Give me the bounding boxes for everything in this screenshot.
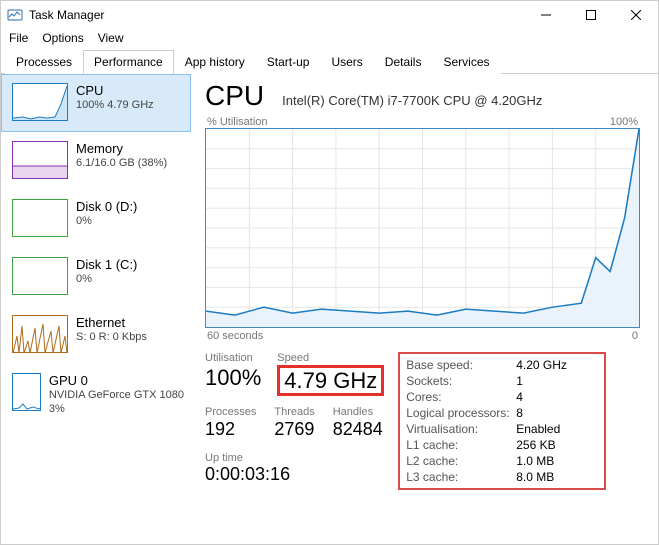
menu-file[interactable]: File <box>9 31 28 45</box>
ethernet-thumb <box>12 315 68 353</box>
spec-key: Base speed: <box>406 358 516 372</box>
content: CPU 100% 4.79 GHz Memory 6.1/16.0 GB (38… <box>1 74 658 541</box>
sidebar-item-label: Ethernet <box>76 315 147 331</box>
title-bar: Task Manager <box>1 1 658 29</box>
app-icon <box>7 7 23 23</box>
sidebar-item-label: Disk 1 (C:) <box>76 257 137 273</box>
speed-value: 4.79 GHz <box>284 368 377 393</box>
spec-key: Cores: <box>406 390 516 404</box>
tab-processes[interactable]: Processes <box>5 50 83 74</box>
spec-value: 256 KB <box>516 438 586 452</box>
spec-value: 1 <box>516 374 586 388</box>
tab-details[interactable]: Details <box>374 50 433 74</box>
sidebar-item-gpu0[interactable]: GPU 0 NVIDIA GeForce GTX 1080 3% <box>1 364 191 428</box>
sidebar-item-cpu[interactable]: CPU 100% 4.79 GHz <box>1 74 191 132</box>
tab-users[interactable]: Users <box>320 50 373 74</box>
maximize-button[interactable] <box>568 1 613 29</box>
util-value: 100% <box>205 365 261 390</box>
sidebar-item-sub2: 3% <box>49 403 184 417</box>
page-title: CPU <box>205 80 264 112</box>
processes-label: Processes <box>205 406 256 418</box>
handles-value: 82484 <box>333 419 383 440</box>
memory-thumb <box>12 141 68 179</box>
spec-key: L2 cache: <box>406 454 516 468</box>
tab-performance[interactable]: Performance <box>83 50 174 74</box>
menu-options[interactable]: Options <box>42 31 83 45</box>
disk-thumb <box>12 199 68 237</box>
main-panel: CPU Intel(R) Core(TM) i7-7700K CPU @ 4.2… <box>191 74 658 541</box>
spec-key: Logical processors: <box>406 406 516 420</box>
spec-key: Virtualisation: <box>406 422 516 436</box>
spec-value: 4.20 GHz <box>516 358 586 372</box>
spec-key: L1 cache: <box>406 438 516 452</box>
spec-value: 8.0 MB <box>516 470 586 484</box>
chart-label-tl: % Utilisation <box>207 116 268 128</box>
sidebar-item-sub: 100% 4.79 GHz <box>76 99 154 113</box>
menu-bar: File Options View <box>1 29 658 49</box>
threads-value: 2769 <box>274 419 314 440</box>
uptime-value: 0:00:03:16 <box>205 464 384 485</box>
disk-thumb <box>12 257 68 295</box>
minimize-button[interactable] <box>523 1 568 29</box>
sidebar-item-sub: 0% <box>76 273 137 287</box>
uptime-label: Up time <box>205 452 384 464</box>
cpu-utilisation-chart <box>205 128 640 328</box>
sidebar-item-memory[interactable]: Memory 6.1/16.0 GB (38%) <box>1 132 191 190</box>
chart-label-br: 0 <box>632 330 638 342</box>
spec-value: 4 <box>516 390 586 404</box>
handles-label: Handles <box>333 406 383 418</box>
chart-label-bl: 60 seconds <box>207 330 263 342</box>
window-title: Task Manager <box>29 8 104 22</box>
gpu-thumb <box>12 373 41 411</box>
sidebar-item-label: GPU 0 <box>49 373 184 389</box>
spec-value: 8 <box>516 406 586 420</box>
sidebar-item-sub: 0% <box>76 215 137 229</box>
tab-apphistory[interactable]: App history <box>174 50 256 74</box>
threads-label: Threads <box>274 406 314 418</box>
sidebar-item-disk1[interactable]: Disk 1 (C:) 0% <box>1 248 191 306</box>
sidebar-item-sub: NVIDIA GeForce GTX 1080 <box>49 389 184 403</box>
chart-label-tr: 100% <box>610 116 638 128</box>
spec-value: Enabled <box>516 422 586 436</box>
cpu-model: Intel(R) Core(TM) i7-7700K CPU @ 4.20GHz <box>282 93 542 108</box>
sidebar-item-sub: S: 0 R: 0 Kbps <box>76 331 147 345</box>
cpu-thumb <box>12 83 68 121</box>
spec-value: 1.0 MB <box>516 454 586 468</box>
speed-highlight-box: 4.79 GHz <box>277 365 384 396</box>
spec-key: L3 cache: <box>406 470 516 484</box>
tab-startup[interactable]: Start-up <box>256 50 321 74</box>
close-button[interactable] <box>613 1 658 29</box>
menu-view[interactable]: View <box>98 31 124 45</box>
spec-key: Sockets: <box>406 374 516 388</box>
speed-label: Speed <box>277 352 384 364</box>
tab-services[interactable]: Services <box>432 50 500 74</box>
sidebar-item-ethernet[interactable]: Ethernet S: 0 R: 0 Kbps <box>1 306 191 364</box>
tab-bar: Processes Performance App history Start-… <box>1 49 658 74</box>
sidebar-item-sub: 6.1/16.0 GB (38%) <box>76 157 167 171</box>
sidebar-item-label: Disk 0 (D:) <box>76 199 137 215</box>
processes-value: 192 <box>205 419 256 440</box>
cpu-spec-table: Base speed: 4.20 GHz Sockets: 1 Cores: 4… <box>398 352 606 490</box>
sidebar-item-label: Memory <box>76 141 167 157</box>
sidebar-item-disk0[interactable]: Disk 0 (D:) 0% <box>1 190 191 248</box>
sidebar: CPU 100% 4.79 GHz Memory 6.1/16.0 GB (38… <box>1 74 191 541</box>
util-label: Utilisation <box>205 352 261 364</box>
sidebar-item-label: CPU <box>76 83 154 99</box>
